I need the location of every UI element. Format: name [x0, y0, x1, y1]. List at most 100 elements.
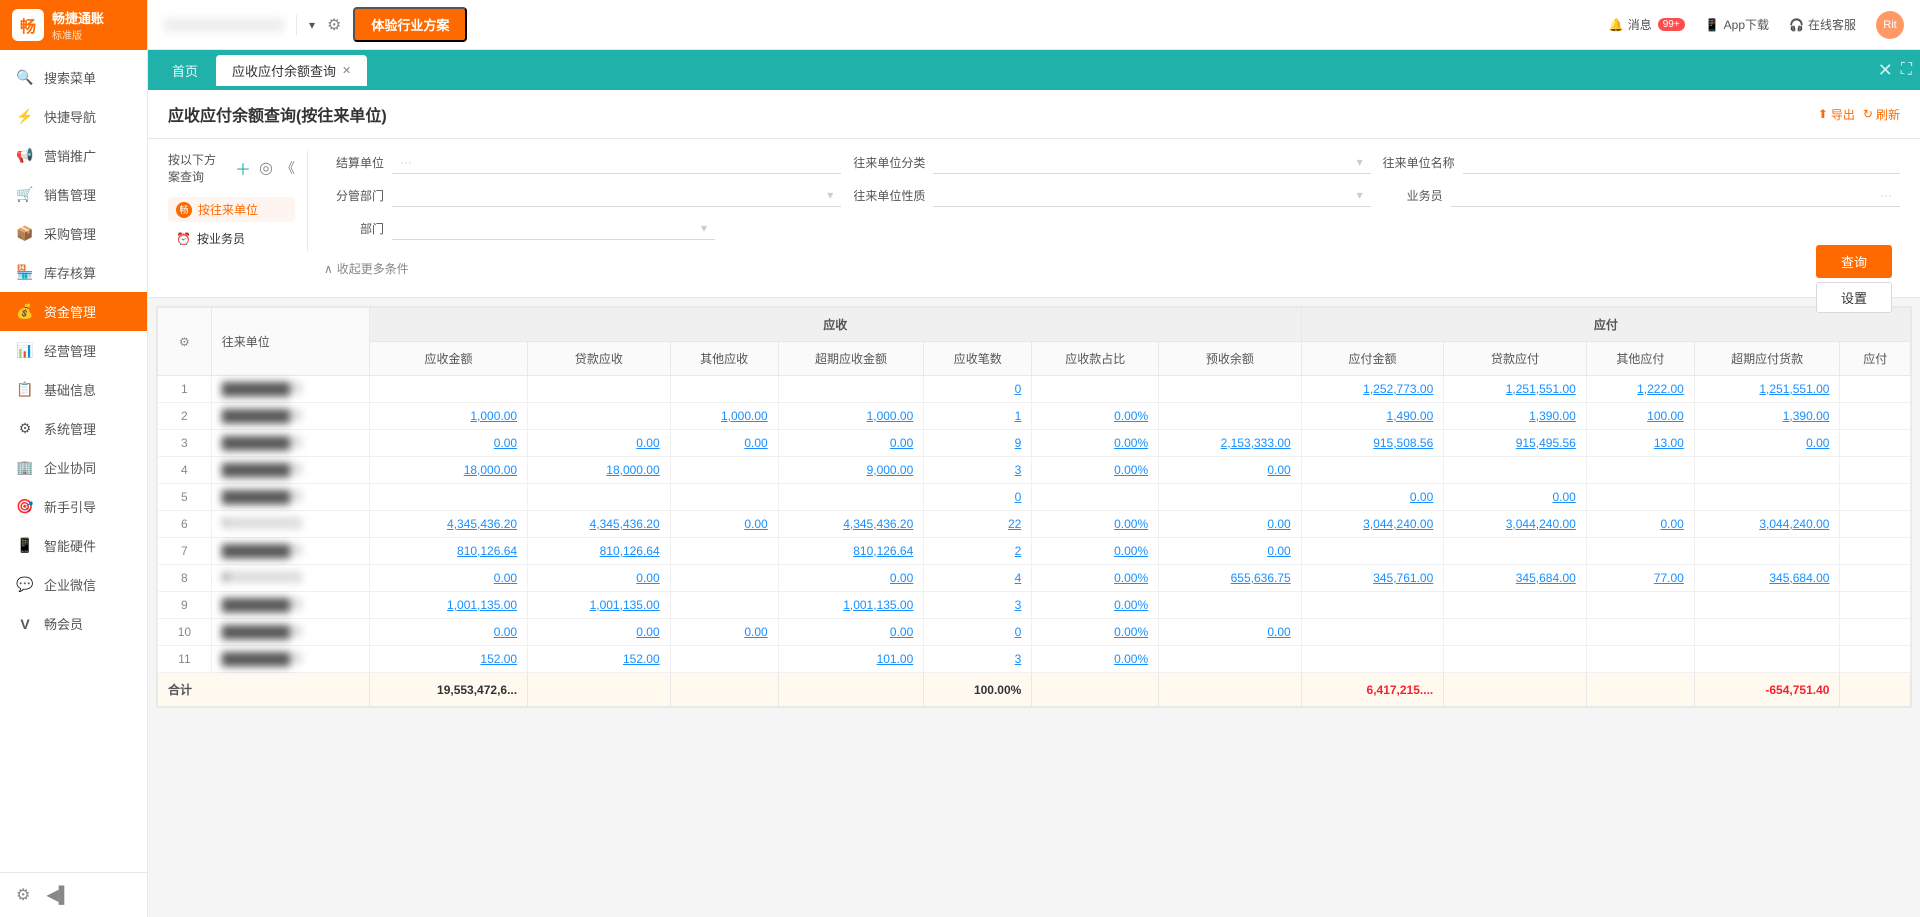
yingfu-cell-3[interactable]: 0.00	[1694, 430, 1840, 457]
filter-add-icon[interactable]: ＋	[235, 156, 251, 180]
yingshou-cell-6[interactable]: 0.00	[1159, 538, 1302, 565]
yingshou-cell-4[interactable]: 22	[924, 511, 1032, 538]
yingfu-cell-1[interactable]: 3,044,240.00	[1444, 511, 1587, 538]
sidebar-item-finance[interactable]: 💰 资金管理	[0, 292, 147, 331]
yingshou-cell-5[interactable]: 0.00%	[1032, 646, 1159, 673]
table-settings-col[interactable]: ⚙	[158, 308, 212, 376]
yingshou-cell-3[interactable]: 0.00	[778, 619, 924, 646]
yingfu-cell-0[interactable]: 1,490.00	[1301, 403, 1444, 430]
sidebar-item-guide[interactable]: 🎯 新手引导	[0, 487, 147, 526]
footer-yingfu-total1[interactable]: 6,417,215....	[1301, 673, 1444, 707]
yingfu-cell-0[interactable]: 345,761.00	[1301, 565, 1444, 592]
yingshou-cell-1[interactable]: 0.00	[528, 619, 671, 646]
yingshou-cell-3[interactable]: 9,000.00	[778, 457, 924, 484]
yingfu-cell-1[interactable]: 0.00	[1444, 484, 1587, 511]
notification-item[interactable]: 🔔 消息 99+	[1609, 16, 1685, 33]
export-button[interactable]: ⬆ 导出	[1818, 106, 1855, 123]
yingshou-cell-4[interactable]: 3	[924, 592, 1032, 619]
yingfu-cell-2[interactable]: 100.00	[1586, 403, 1694, 430]
yingfu-cell-2[interactable]: 77.00	[1586, 565, 1694, 592]
yingshou-cell-4[interactable]: 0	[924, 376, 1032, 403]
yingshou-cell-4[interactable]: 0	[924, 484, 1032, 511]
yingfu-cell-3[interactable]: 1,251,551.00	[1694, 376, 1840, 403]
yingshou-cell-3[interactable]: 1,001,135.00	[778, 592, 924, 619]
yingshou-cell-0[interactable]: 18,000.00	[369, 457, 527, 484]
yingshou-cell-4[interactable]: 9	[924, 430, 1032, 457]
yingshou-cell-1[interactable]: 810,126.64	[528, 538, 671, 565]
yingshou-cell-6[interactable]: 0.00	[1159, 457, 1302, 484]
yingshou-cell-2[interactable]: 0.00	[670, 619, 778, 646]
header-dropdown[interactable]: ▾	[309, 18, 315, 32]
tab-home[interactable]: 首页	[156, 55, 214, 86]
sidebar-item-marketing[interactable]: 📢 营销推广	[0, 136, 147, 175]
yingfu-cell-3[interactable]: 345,684.00	[1694, 565, 1840, 592]
filter-collapse-icon[interactable]: 《	[281, 158, 295, 178]
user-avatar[interactable]: Rit	[1876, 11, 1904, 39]
sidebar-item-shortcut[interactable]: ⚡ 快捷导航	[0, 97, 147, 136]
yingfu-cell-0[interactable]: 0.00	[1301, 484, 1444, 511]
yingshou-cell-5[interactable]: 0.00%	[1032, 592, 1159, 619]
yingshou-cell-6[interactable]: 2,153,333.00	[1159, 430, 1302, 457]
app-download-item[interactable]: 📱 App下载	[1705, 16, 1769, 33]
yingshou-cell-0[interactable]: 0.00	[369, 619, 527, 646]
yingshou-cell-1[interactable]: 1,001,135.00	[528, 592, 671, 619]
yingshou-cell-4[interactable]: 4	[924, 565, 1032, 592]
header-settings-icon[interactable]: ⚙	[327, 15, 341, 35]
yingshou-cell-5[interactable]: 0.00%	[1032, 511, 1159, 538]
yingshou-cell-2[interactable]: 0.00	[670, 430, 778, 457]
yingshou-cell-0[interactable]: 0.00	[369, 430, 527, 457]
filter-settings-icon[interactable]: ◎	[259, 158, 273, 178]
partner-name-input[interactable]	[1463, 151, 1900, 174]
yingfu-cell-2[interactable]: 0.00	[1586, 511, 1694, 538]
yingshou-cell-2[interactable]: 0.00	[670, 511, 778, 538]
sidebar-item-sales[interactable]: 🛒 销售管理	[0, 175, 147, 214]
footer-yingshou-total[interactable]: 19,553,472,6...	[369, 673, 527, 707]
yingshou-cell-4[interactable]: 3	[924, 457, 1032, 484]
sidebar-item-member[interactable]: V 畅会员	[0, 604, 147, 643]
sidebar-collapse-btn[interactable]: ◀▌	[46, 885, 70, 905]
scheme-item-by-unit[interactable]: 畅 按往来单位	[168, 197, 295, 222]
yingshou-cell-2[interactable]: 1,000.00	[670, 403, 778, 430]
sidebar-item-operations[interactable]: 📊 经营管理	[0, 331, 147, 370]
yingfu-cell-3[interactable]: 3,044,240.00	[1694, 511, 1840, 538]
yingfu-cell-1[interactable]: 1,390.00	[1444, 403, 1587, 430]
yingshou-cell-0[interactable]: 4,345,436.20	[369, 511, 527, 538]
yingfu-cell-1[interactable]: 915,495.56	[1444, 430, 1587, 457]
yingshou-cell-3[interactable]: 4,345,436.20	[778, 511, 924, 538]
yingshou-cell-4[interactable]: 3	[924, 646, 1032, 673]
sidebar-item-wechat[interactable]: 💬 企业微信	[0, 565, 147, 604]
yingfu-cell-0[interactable]: 915,508.56	[1301, 430, 1444, 457]
tab-query[interactable]: 应收应付余额查询 ✕	[216, 55, 367, 86]
sidebar-item-hardware[interactable]: 📱 智能硬件	[0, 526, 147, 565]
yingfu-cell-1[interactable]: 1,251,551.00	[1444, 376, 1587, 403]
yingshou-cell-0[interactable]: 810,126.64	[369, 538, 527, 565]
sidebar-item-purchase[interactable]: 📦 采购管理	[0, 214, 147, 253]
yingshou-cell-6[interactable]: 655,636.75	[1159, 565, 1302, 592]
yingshou-cell-1[interactable]: 152.00	[528, 646, 671, 673]
yingshou-cell-4[interactable]: 2	[924, 538, 1032, 565]
yingshou-cell-6[interactable]: 0.00	[1159, 619, 1302, 646]
refresh-button[interactable]: ↻ 刷新	[1863, 106, 1900, 123]
collapse-more-btn[interactable]: ∧ 收起更多条件	[324, 252, 409, 285]
yingshou-cell-3[interactable]: 101.00	[778, 646, 924, 673]
yingshou-cell-5[interactable]: 0.00%	[1032, 430, 1159, 457]
yingshou-cell-4[interactable]: 0	[924, 619, 1032, 646]
yingfu-cell-0[interactable]: 3,044,240.00	[1301, 511, 1444, 538]
service-item[interactable]: 🎧 在线客服	[1789, 16, 1856, 33]
yingshou-cell-3[interactable]: 1,000.00	[778, 403, 924, 430]
yingshou-cell-5[interactable]: 0.00%	[1032, 619, 1159, 646]
yingfu-cell-3[interactable]: 1,390.00	[1694, 403, 1840, 430]
yingshou-cell-3[interactable]: 810,126.64	[778, 538, 924, 565]
sidebar-item-inventory[interactable]: 🏪 库存核算	[0, 253, 147, 292]
yingfu-cell-1[interactable]: 345,684.00	[1444, 565, 1587, 592]
promo-button[interactable]: 体验行业方案	[353, 7, 467, 42]
yingshou-cell-5[interactable]: 0.00%	[1032, 538, 1159, 565]
yingshou-cell-3[interactable]: 0.00	[778, 565, 924, 592]
sidebar-item-search[interactable]: 🔍 搜索菜单	[0, 58, 147, 97]
query-button[interactable]: 查询	[1816, 245, 1892, 278]
yingshou-cell-0[interactable]: 1,001,135.00	[369, 592, 527, 619]
yingshou-cell-1[interactable]: 0.00	[528, 430, 671, 457]
yingshou-cell-1[interactable]: 18,000.00	[528, 457, 671, 484]
yingshou-cell-3[interactable]: 0.00	[778, 430, 924, 457]
yingfu-cell-2[interactable]: 1,222.00	[1586, 376, 1694, 403]
